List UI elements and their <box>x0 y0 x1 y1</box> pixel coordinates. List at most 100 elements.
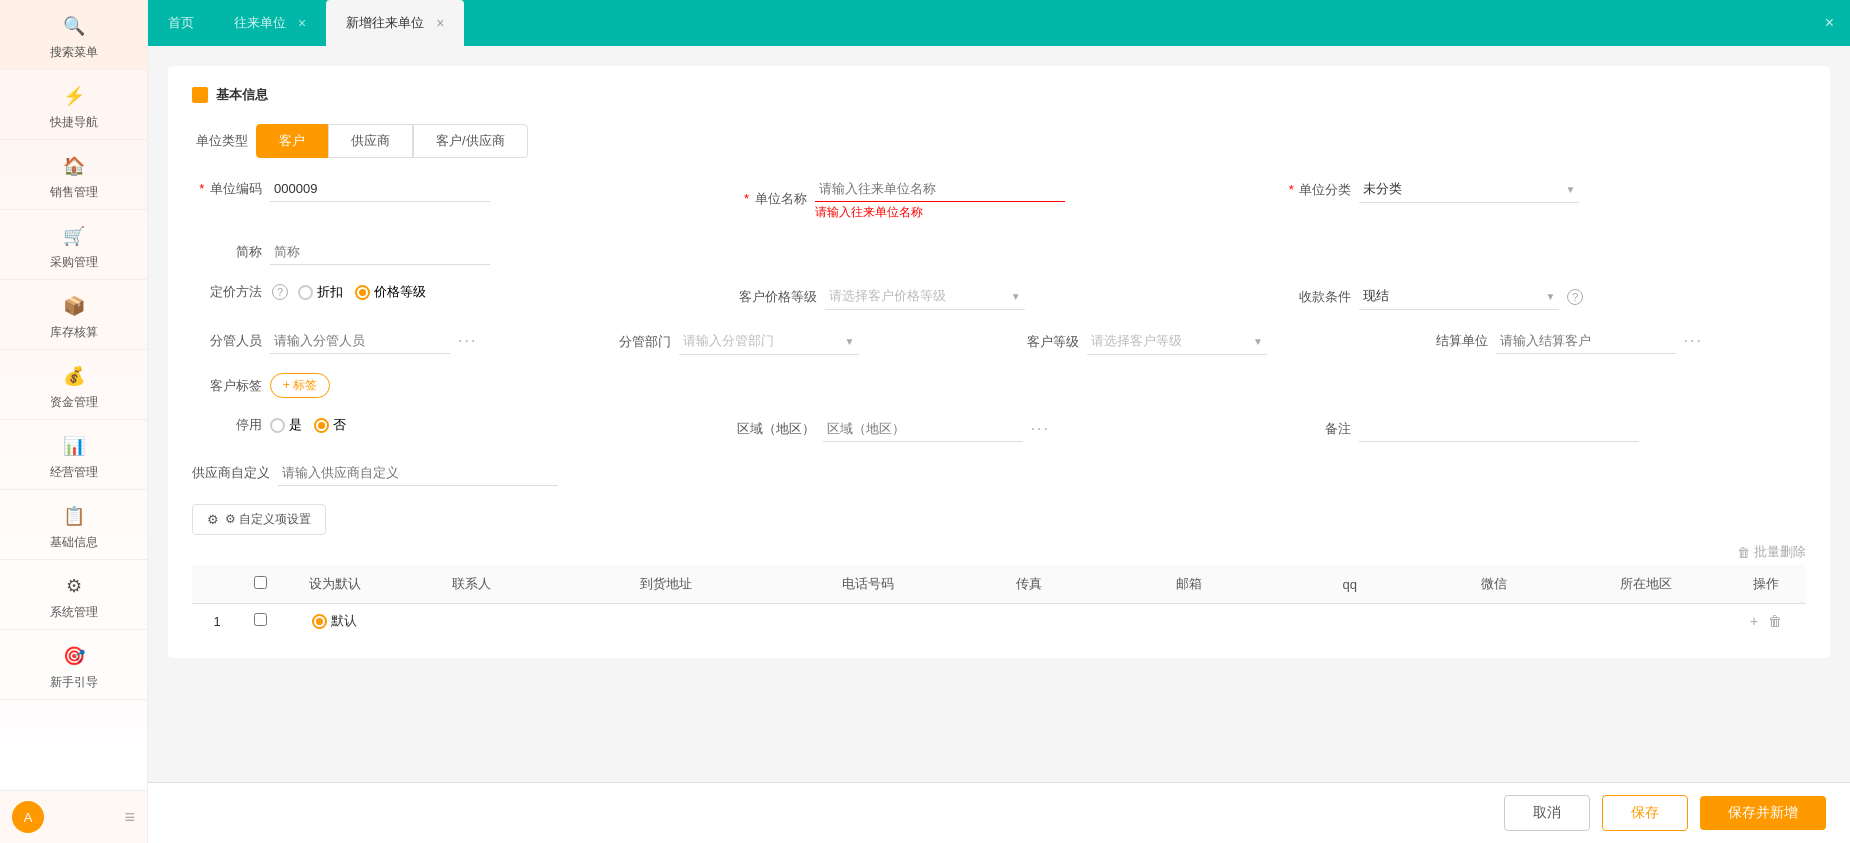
region-group: 区域（地区） ··· <box>737 416 1262 442</box>
row-address[interactable] <box>552 604 779 639</box>
region-more[interactable]: ··· <box>1031 420 1050 438</box>
cancel-button[interactable]: 取消 <box>1504 795 1590 831</box>
tab-partner-close[interactable]: × <box>298 15 306 31</box>
department-select[interactable]: 请输入分管部门 ▼ <box>679 328 859 355</box>
sidebar-item-purchase[interactable]: 🛒 采购管理 <box>0 210 147 280</box>
radio-no[interactable]: 否 <box>314 416 346 434</box>
sidebar-item-label-purchase: 采购管理 <box>50 254 98 271</box>
sidebar-item-guide[interactable]: 🎯 新手引导 <box>0 630 147 700</box>
bottom-bar: 取消 保存 保存并新增 <box>148 782 1850 843</box>
radio-yes[interactable]: 是 <box>270 416 302 434</box>
tab-partner[interactable]: 往来单位 × <box>214 0 326 46</box>
settlement-unit-input[interactable] <box>1496 328 1676 354</box>
row-default[interactable]: 默认 <box>278 604 392 639</box>
remark-input[interactable] <box>1359 416 1639 442</box>
main-content: 基本信息 单位类型 客户 供应商 客户/供应商 * <box>148 46 1850 782</box>
department-arrow: ▼ <box>845 336 855 347</box>
radio-no-inner <box>318 422 325 429</box>
unit-code-input[interactable] <box>270 176 490 202</box>
th-email: 邮箱 <box>1101 565 1278 604</box>
th-qq: qq <box>1278 565 1422 604</box>
contact-input[interactable] <box>432 614 512 629</box>
add-tag-button[interactable]: + 标签 <box>270 373 330 398</box>
phone-input[interactable] <box>823 614 913 629</box>
tab-home[interactable]: 首页 <box>148 0 214 46</box>
supplier-custom-input[interactable] <box>278 460 558 486</box>
unit-type-customer-btn[interactable]: 客户 <box>256 124 328 158</box>
unit-type-both-btn[interactable]: 客户/供应商 <box>413 124 528 158</box>
sidebar-item-system[interactable]: ⚙ 系统管理 <box>0 560 147 630</box>
row-region-input[interactable] <box>1606 614 1686 629</box>
payment-terms-value: 现结 <box>1363 287 1541 305</box>
wechat-input[interactable] <box>1459 614 1529 629</box>
manager-more[interactable]: ··· <box>458 332 477 350</box>
radio-price-level-outer <box>355 285 370 300</box>
row-select-checkbox[interactable] <box>254 613 267 626</box>
table-header-row: 设为默认 联系人 到货地址 电话号码 传真 邮箱 qq 微信 所在地区 操作 <box>192 565 1806 604</box>
batch-delete-label[interactable]: 批量删除 <box>1754 543 1806 561</box>
row-qq[interactable] <box>1278 604 1422 639</box>
payment-terms-arrow: ▼ <box>1545 291 1555 302</box>
sidebar-item-label-operations: 经营管理 <box>50 464 98 481</box>
department-label: 分管部门 <box>601 333 671 351</box>
manager-input[interactable] <box>270 328 450 354</box>
tab-new-partner-close[interactable]: × <box>436 15 444 31</box>
window-close-button[interactable]: × <box>1825 14 1834 32</box>
sidebar-item-sales[interactable]: 🏠 销售管理 <box>0 140 147 210</box>
payment-terms-help[interactable]: ? <box>1567 289 1583 305</box>
qq-input[interactable] <box>1315 614 1385 629</box>
sidebar-expand-icon[interactable]: ≡ <box>124 807 135 828</box>
row-checkbox[interactable] <box>242 604 278 639</box>
custom-settings-button[interactable]: ⚙ ⚙ 自定义项设置 <box>192 504 326 535</box>
row-fax[interactable] <box>957 604 1101 639</box>
inventory-icon: 📦 <box>60 292 88 320</box>
radio-price-level-inner <box>359 289 366 296</box>
radio-price-level[interactable]: 价格等级 <box>355 283 426 301</box>
fax-input[interactable] <box>994 614 1064 629</box>
unit-name-input[interactable] <box>815 176 1065 202</box>
unit-category-value: 未分类 <box>1363 180 1561 198</box>
row-wechat[interactable] <box>1422 604 1566 639</box>
customer-price-level-group: 客户价格等级 请选择客户价格等级 ▼ <box>737 283 1262 310</box>
settlement-unit-more[interactable]: ··· <box>1684 332 1703 350</box>
th-address: 到货地址 <box>552 565 779 604</box>
th-region: 所在地区 <box>1565 565 1726 604</box>
unit-type-supplier-btn[interactable]: 供应商 <box>328 124 413 158</box>
row-contact[interactable] <box>392 604 553 639</box>
sidebar-item-label-system: 系统管理 <box>50 604 98 621</box>
sidebar-item-basic-info[interactable]: 📋 基础信息 <box>0 490 147 560</box>
system-icon: ⚙ <box>60 572 88 600</box>
email-input[interactable] <box>1144 614 1234 629</box>
basic-info-icon: 📋 <box>60 502 88 530</box>
default-radio[interactable]: 默认 <box>286 612 384 630</box>
radio-discount[interactable]: 折扣 <box>298 283 343 301</box>
address-input[interactable] <box>606 614 726 629</box>
customer-level-select[interactable]: 请选择客户等级 ▼ <box>1087 328 1267 355</box>
pricing-method-group: 定价方法 ? 折扣 价格等级 <box>192 283 717 301</box>
customer-price-level-label: 客户价格等级 <box>737 288 817 306</box>
sidebar: 🔍 搜索菜单 ⚡ 快捷导航 🏠 销售管理 🛒 采购管理 📦 库存核算 💰 资金管… <box>0 0 148 843</box>
sidebar-item-quick-nav[interactable]: ⚡ 快捷导航 <box>0 70 147 140</box>
customer-price-level-select[interactable]: 请选择客户价格等级 ▼ <box>825 283 1025 310</box>
settlement-unit-label: 结算单位 <box>1418 332 1488 350</box>
department-placeholder: 请输入分管部门 <box>683 332 841 350</box>
save-button[interactable]: 保存 <box>1602 795 1688 831</box>
sidebar-item-inventory[interactable]: 📦 库存核算 <box>0 280 147 350</box>
save-and-new-button[interactable]: 保存并新增 <box>1700 796 1826 830</box>
sidebar-item-operations[interactable]: 📊 经营管理 <box>0 420 147 490</box>
unit-category-select[interactable]: 未分类 ▼ <box>1359 176 1579 203</box>
add-row-icon[interactable]: + <box>1750 613 1758 629</box>
abbr-input[interactable] <box>270 239 490 265</box>
th-wechat: 微信 <box>1422 565 1566 604</box>
delete-row-icon[interactable]: 🗑 <box>1768 613 1782 629</box>
sidebar-item-finance[interactable]: 💰 资金管理 <box>0 350 147 420</box>
sidebar-item-search[interactable]: 🔍 搜索菜单 <box>0 0 147 70</box>
select-all-checkbox[interactable] <box>254 576 267 589</box>
region-input[interactable] <box>823 416 1023 442</box>
pricing-method-help[interactable]: ? <box>272 284 288 300</box>
row-email[interactable] <box>1101 604 1278 639</box>
tab-new-partner[interactable]: 新增往来单位 × <box>326 0 464 46</box>
row-phone[interactable] <box>780 604 957 639</box>
row-region[interactable] <box>1565 604 1726 639</box>
payment-terms-select[interactable]: 现结 ▼ <box>1359 283 1559 310</box>
